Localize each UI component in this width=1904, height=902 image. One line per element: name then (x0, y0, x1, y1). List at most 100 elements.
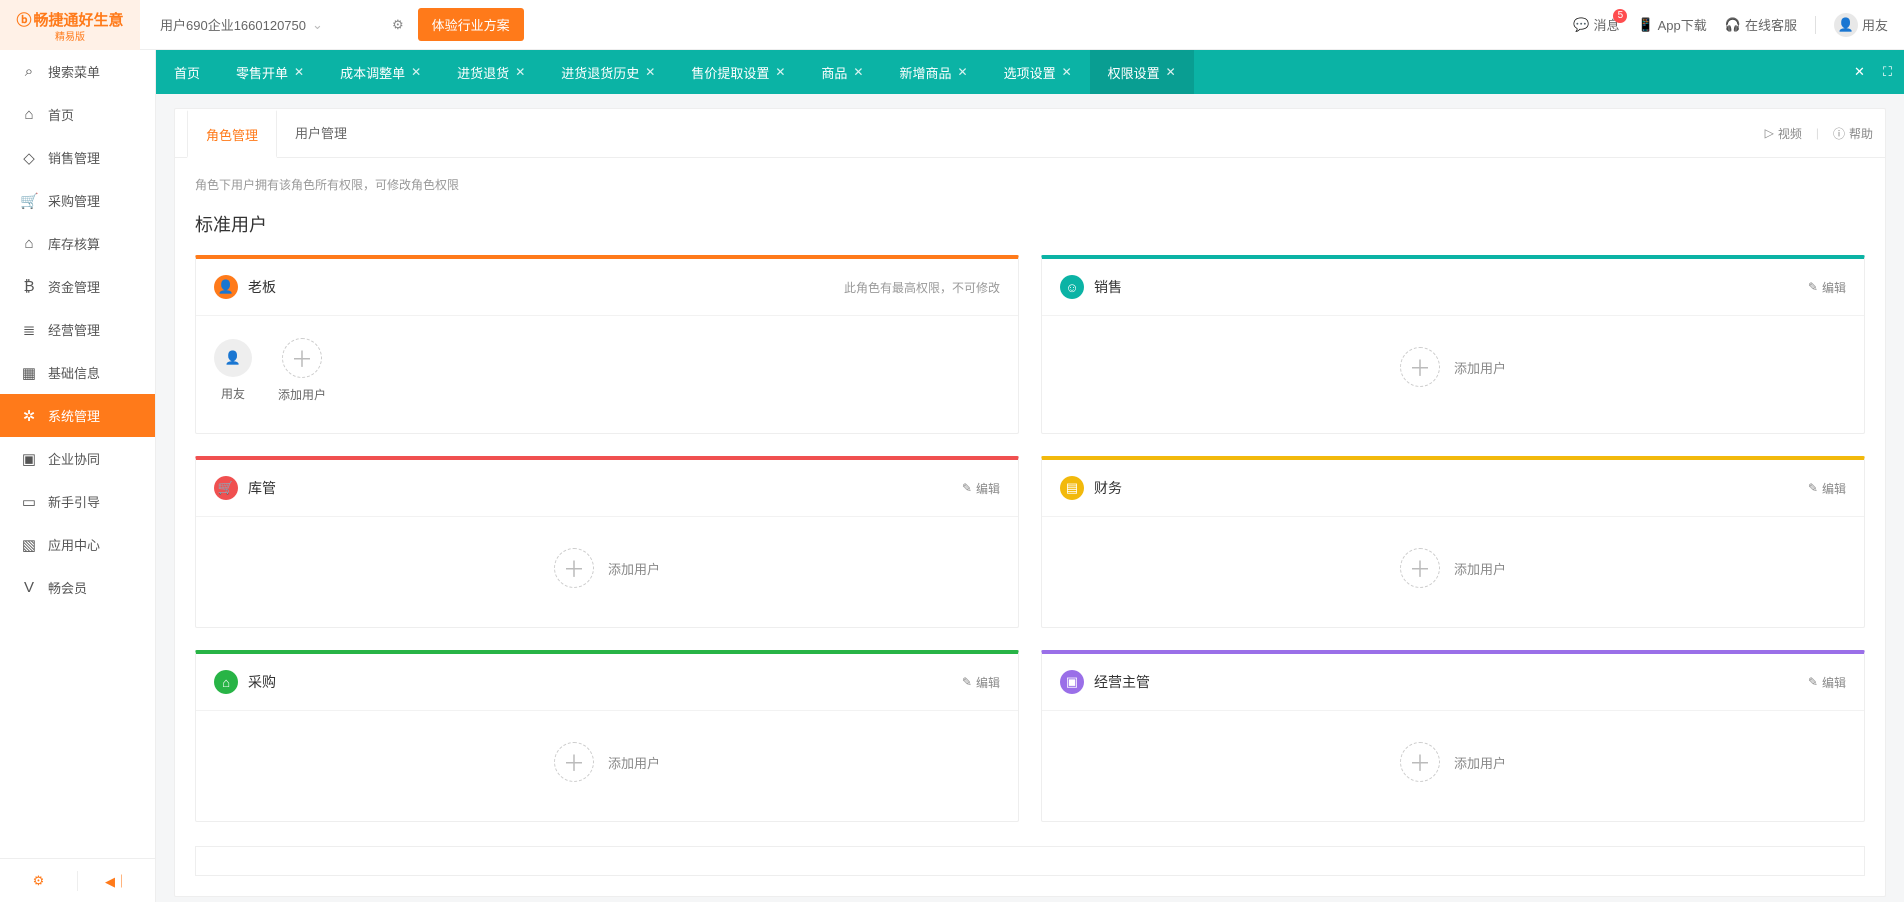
sidebar-item-label: 畅会员 (48, 578, 87, 597)
sidebar-item-icon: ⌂ (20, 106, 38, 123)
sidebar-item-12[interactable]: V畅会员 (0, 566, 155, 609)
role-header: ▤财务✎编辑 (1042, 460, 1864, 517)
sub-tab-0[interactable]: 角色管理 (187, 109, 277, 158)
tab-0[interactable]: 首页 (156, 50, 218, 94)
user-menu[interactable]: 👤 用友 (1834, 13, 1888, 37)
sidebar-item-icon: ▭ (20, 493, 38, 511)
role-name: 库管 (248, 478, 276, 498)
edit-role-button[interactable]: ✎编辑 (962, 480, 1000, 497)
sidebar-item-10[interactable]: ▭新手引导 (0, 480, 155, 523)
video-link[interactable]: ▷视频 (1765, 125, 1802, 142)
service-label: 在线客服 (1745, 15, 1797, 34)
try-plan-button[interactable]: 体验行业方案 (418, 8, 524, 41)
customer-service-button[interactable]: 🎧 在线客服 (1725, 15, 1797, 34)
sidebar-item-1[interactable]: ⌂首页 (0, 93, 155, 136)
tab-label: 商品 (821, 63, 847, 82)
close-icon[interactable]: ✕ (1062, 65, 1072, 79)
fullscreen-button[interactable]: ⛶ (1879, 60, 1896, 84)
role-header: ☺销售✎编辑 (1042, 259, 1864, 316)
add-user-button[interactable]: ＋添加用户 (1400, 347, 1506, 387)
sidebar-item-label: 采购管理 (48, 191, 100, 210)
role-card-4: ⌂采购✎编辑 ＋添加用户 (195, 650, 1019, 822)
tab-7[interactable]: 新增商品✕ (881, 50, 985, 94)
tabbar: 首页零售开单✕成本调整单✕进货退货✕进货退货历史✕售价提取设置✕商品✕新增商品✕… (156, 50, 1904, 94)
tab-1[interactable]: 零售开单✕ (218, 50, 322, 94)
edit-icon: ✎ (1808, 280, 1818, 294)
plus-icon: ＋ (1400, 347, 1440, 387)
divider (1815, 16, 1816, 34)
sidebar-item-label: 系统管理 (48, 406, 100, 425)
add-user-button[interactable]: ＋添加用户 (278, 338, 326, 403)
sidebar-item-0[interactable]: ⌕搜索菜单 (0, 50, 155, 93)
edit-role-button[interactable]: ✎编辑 (1808, 674, 1846, 691)
tab-6[interactable]: 商品 ✕ (803, 50, 881, 94)
play-icon: ▷ (1765, 126, 1774, 140)
close-icon[interactable]: ✕ (294, 65, 304, 79)
close-icon[interactable]: ✕ (515, 65, 525, 79)
role-icon: 🛒 (214, 476, 238, 500)
sidebar-item-6[interactable]: ≣经营管理 (0, 308, 155, 351)
collapse-sidebar-button[interactable]: ◀｜ (78, 871, 155, 890)
close-icon[interactable]: ✕ (775, 65, 785, 79)
sidebar-item-5[interactable]: ₿资金管理 (0, 265, 155, 308)
role-header: ⌂采购✎编辑 (196, 654, 1018, 711)
page-card: 角色管理用户管理 ▷视频 | ⓘ帮助 角色下用户拥有该角色所有权限，可修改角色权… (174, 108, 1886, 897)
tab-4[interactable]: 进货退货历史 ✕ (543, 50, 673, 94)
settings-button[interactable]: ⚙ (0, 873, 77, 889)
add-user-label: 添加用户 (278, 386, 326, 403)
messages-button[interactable]: 💬 消息 5 (1573, 15, 1619, 34)
sidebar-item-2[interactable]: ◇销售管理 (0, 136, 155, 179)
role-name: 经营主管 (1094, 672, 1150, 692)
sidebar-item-label: 企业协同 (48, 449, 100, 468)
role-body: ＋添加用户 (196, 711, 1018, 821)
tab-2[interactable]: 成本调整单✕ (322, 50, 439, 94)
close-all-tabs-button[interactable]: ✕ (1850, 60, 1869, 84)
add-user-label: 添加用户 (1454, 559, 1506, 578)
sidebar-item-4[interactable]: ⌂库存核算 (0, 222, 155, 265)
tab-8[interactable]: 选项设置✕ (986, 50, 1090, 94)
org-selector[interactable]: 用户690企业1660120750 ⌄ (160, 15, 380, 34)
sub-tab-1[interactable]: 用户管理 (277, 109, 365, 158)
sidebar-item-9[interactable]: ▣企业协同 (0, 437, 155, 480)
org-name: 用户690企业1660120750 (160, 15, 306, 34)
edit-role-button[interactable]: ✎编辑 (962, 674, 1000, 691)
add-user-button[interactable]: ＋添加用户 (1400, 548, 1506, 588)
sidebar-item-11[interactable]: ▧应用中心 (0, 523, 155, 566)
add-user-label: 添加用户 (608, 753, 660, 772)
app-download-button[interactable]: 📱 App下载 (1637, 15, 1706, 34)
tab-label: 进货退货历史 (561, 63, 639, 82)
role-icon: 👤 (214, 275, 238, 299)
sidebar-item-icon: 🛒 (20, 192, 38, 210)
tab-label: 首页 (174, 63, 200, 82)
close-icon[interactable]: ✕ (958, 65, 968, 79)
close-icon[interactable]: ✕ (645, 65, 655, 79)
user-chip[interactable]: 👤用友 (214, 339, 252, 402)
sidebar-item-label: 搜索菜单 (48, 62, 100, 81)
edit-icon: ✎ (962, 481, 972, 495)
sidebar-item-8[interactable]: ✲系统管理 (0, 394, 155, 437)
help-link[interactable]: ⓘ帮助 (1833, 125, 1873, 142)
role-body: ＋添加用户 (196, 517, 1018, 627)
edit-role-button[interactable]: ✎编辑 (1808, 480, 1846, 497)
app-download-label: App下载 (1658, 15, 1707, 34)
close-icon[interactable]: ✕ (411, 65, 421, 79)
role-body: ＋添加用户 (1042, 517, 1864, 627)
messages-badge: 5 (1613, 9, 1627, 23)
edit-role-button[interactable]: ✎编辑 (1808, 279, 1846, 296)
add-user-button[interactable]: ＋添加用户 (1400, 742, 1506, 782)
add-user-button[interactable]: ＋添加用户 (554, 742, 660, 782)
info-icon: ⓘ (1833, 125, 1845, 142)
gear-icon[interactable]: ⚙ (392, 17, 404, 33)
sidebar-item-3[interactable]: 🛒 采购管理 (0, 179, 155, 222)
close-icon[interactable]: ✕ (1166, 65, 1176, 79)
headset-icon: 🎧 (1725, 17, 1741, 33)
add-user-button[interactable]: ＋添加用户 (554, 548, 660, 588)
plus-icon: ＋ (554, 548, 594, 588)
logo[interactable]: ⓑ畅捷通好生意 精易版 (0, 0, 140, 50)
sidebar-item-label: 资金管理 (48, 277, 100, 296)
sidebar-item-7[interactable]: ▦基础信息 (0, 351, 155, 394)
tab-3[interactable]: 进货退货✕ (439, 50, 543, 94)
close-icon[interactable]: ✕ (853, 65, 863, 79)
tab-5[interactable]: 售价提取设置✕ (673, 50, 803, 94)
tab-9[interactable]: 权限设置✕ (1090, 50, 1194, 94)
